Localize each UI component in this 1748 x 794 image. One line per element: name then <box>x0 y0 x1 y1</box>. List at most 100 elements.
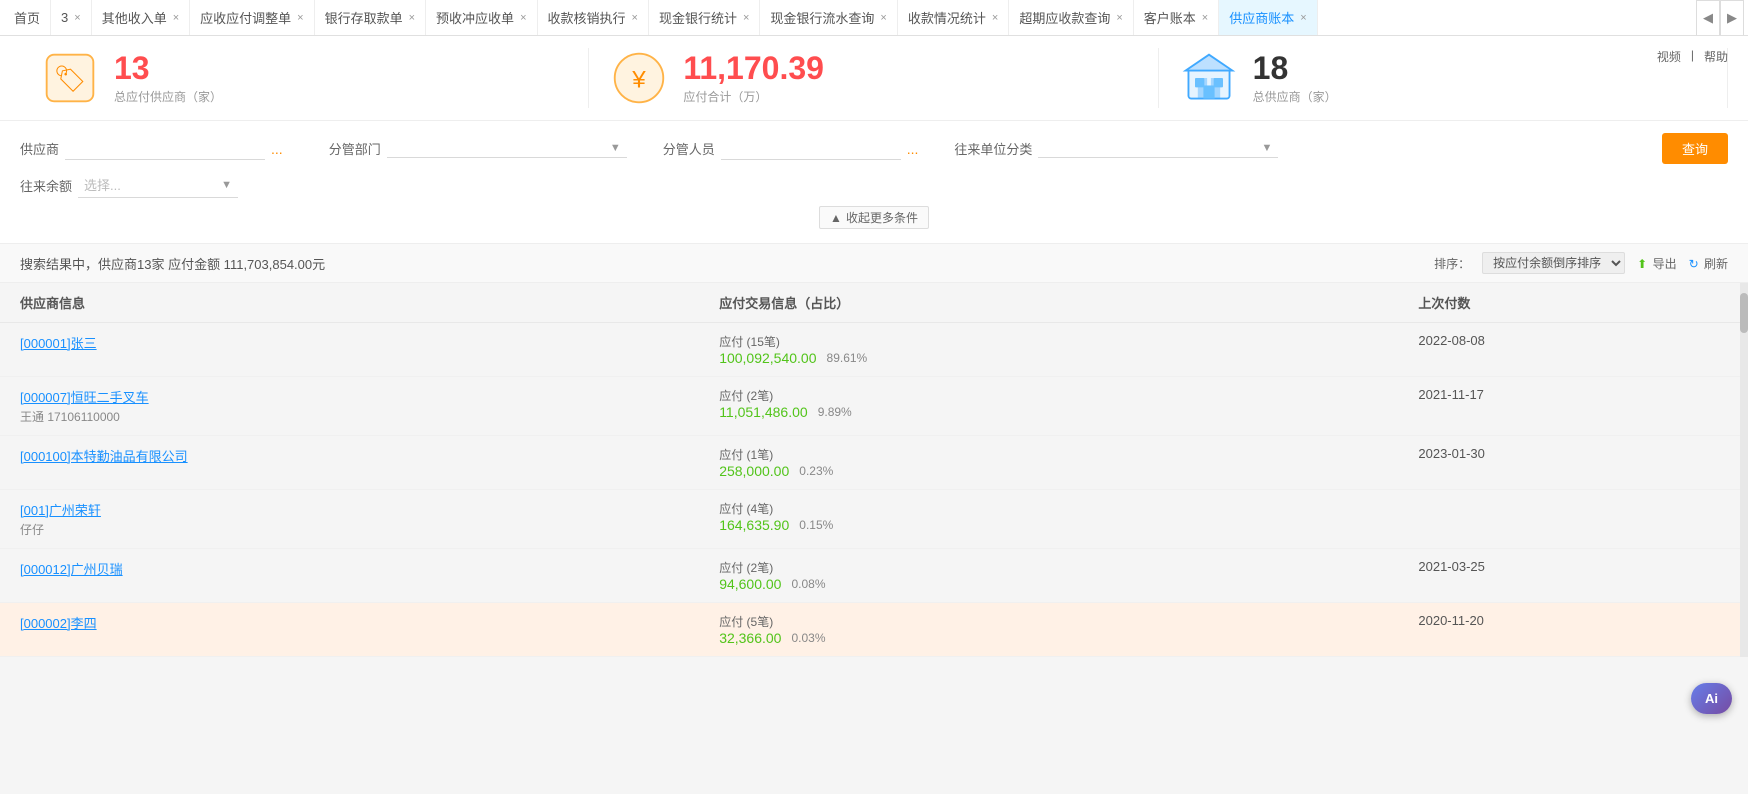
close-icon[interactable]: × <box>880 12 886 24</box>
person-filter-input[interactable] <box>721 138 901 160</box>
supplier-count: 13 <box>114 52 222 84</box>
data-table-container: 供应商信息 应付交易信息（占比） 上次付数 [000001]张三应付 (15笔)… <box>0 283 1748 657</box>
nav-label-customer-book: 客户账本 <box>1144 8 1196 27</box>
sort-select[interactable]: 按应付余额倒序排序 <box>1482 252 1625 274</box>
payable-cell: 应付 (2笔)11,051,486.009.89% <box>699 377 1398 436</box>
close-icon[interactable]: × <box>297 12 303 24</box>
last-pay-date-cell: 2020-11-20 <box>1398 603 1748 657</box>
nav-item-other-income[interactable]: 其他收入单 × <box>92 0 190 36</box>
payable-percent: 0.08% <box>791 577 825 591</box>
payable-amount[interactable]: 94,600.00 <box>719 576 781 592</box>
close-icon[interactable]: × <box>74 12 80 24</box>
close-icon[interactable]: × <box>1300 12 1306 24</box>
payable-amount[interactable]: 100,092,540.00 <box>719 350 816 366</box>
payable-cell: 应付 (5笔)32,366.000.03% <box>699 603 1398 657</box>
table-row: [000002]李四 应付 (5笔)32,366.000.03%2020-11-2… <box>0 603 1748 657</box>
payable-amount[interactable]: 258,000.00 <box>719 463 789 479</box>
nav-item-cash-flow-query[interactable]: 现金银行流水查询 × <box>760 0 897 36</box>
last-pay-date-cell: 2021-11-17 <box>1398 377 1748 436</box>
nav-item-customer-book[interactable]: 客户账本 × <box>1134 0 1219 36</box>
category-chevron-icon: ▼ <box>1262 142 1273 154</box>
supplier-link[interactable]: [000002]李四 <box>20 616 97 631</box>
dept-filter-select[interactable]: ▼ <box>387 139 627 158</box>
collapse-label: 收起更多条件 <box>846 209 918 226</box>
export-button[interactable]: ⬆ 导出 <box>1637 255 1676 272</box>
close-icon[interactable]: × <box>409 12 415 24</box>
nav-item-collection-stat[interactable]: 收款情况统计 × <box>898 0 1009 36</box>
supplier-link[interactable]: [000001]张三 <box>20 336 97 351</box>
summary-text-total: 18 总供应商（家） <box>1253 52 1337 105</box>
query-button[interactable]: 查询 <box>1662 133 1728 164</box>
supplier-sub-info: 仔仔 <box>20 521 679 538</box>
nav-item-home[interactable]: 首页 <box>4 0 51 36</box>
nav-label-adjustment: 应收应付调整单 <box>200 8 291 27</box>
pay-label: 应付 (4笔) <box>719 500 1378 517</box>
summary-bar: 🏷 13 总应付供应商（家） ¥ 11,170.39 应付合计（万） <box>0 36 1748 121</box>
filter-dept: 分管部门 ▼ <box>329 139 627 158</box>
nav-label-supplier-book: 供应商账本 <box>1229 8 1294 27</box>
ai-float-button[interactable]: Ai <box>1691 683 1732 714</box>
svg-text:¥: ¥ <box>632 66 647 93</box>
close-icon[interactable]: × <box>173 12 179 24</box>
help-link[interactable]: 帮助 <box>1704 48 1728 65</box>
close-icon[interactable]: × <box>743 12 749 24</box>
payable-amount[interactable]: 11,051,486.00 <box>719 404 808 420</box>
nav-label-home: 首页 <box>14 8 40 27</box>
vertical-scrollbar[interactable] <box>1740 283 1748 657</box>
nav-next-arrow[interactable]: ▶ <box>1720 0 1744 36</box>
supplier-link[interactable]: [000012]广州贝瑞 <box>20 562 123 577</box>
payable-amount[interactable]: 32,366.00 <box>719 630 781 646</box>
supplier-count-label: 总应付供应商（家） <box>114 88 222 105</box>
dept-chevron-icon: ▼ <box>610 142 621 154</box>
close-icon[interactable]: × <box>520 12 526 24</box>
collapse-button[interactable]: ▲ 收起更多条件 <box>819 206 929 229</box>
supplier-dots-icon[interactable]: ... <box>271 141 283 157</box>
table-row: [000100]本特勤油品有限公司 应付 (1笔)258,000.000.23%2… <box>0 436 1748 490</box>
nav-item-supplier-book[interactable]: 供应商账本 × <box>1219 0 1317 36</box>
supplier-filter-input[interactable] <box>65 138 265 160</box>
filter-category: 往来单位分类 ▼ <box>954 139 1278 158</box>
filter-supplier: 供应商 ... <box>20 138 283 160</box>
supplier-table: 供应商信息 应付交易信息（占比） 上次付数 [000001]张三应付 (15笔)… <box>0 283 1748 657</box>
result-actions: 排序： 按应付余额倒序排序 ⬆ 导出 ↻ 刷新 <box>1434 252 1728 274</box>
close-icon[interactable]: × <box>632 12 638 24</box>
nav-item-bank-deposit[interactable]: 银行存取款单 × <box>315 0 426 36</box>
result-bar: 搜索结果中，供应商13家 应付金额 111,703,854.00元 排序： 按应… <box>0 244 1748 283</box>
nav-prev-arrow[interactable]: ◀ <box>1696 0 1720 36</box>
nav-item-adjustment[interactable]: 应收应付调整单 × <box>190 0 314 36</box>
nav-item-overdue-query[interactable]: 超期应收款查询 × <box>1009 0 1133 36</box>
person-dots-icon[interactable]: ... <box>907 141 919 157</box>
nav-item-cash-bank-stat[interactable]: 现金银行统计 × <box>649 0 760 36</box>
filter-person: 分管人员 ... <box>663 138 919 160</box>
payable-amount[interactable]: 164,635.90 <box>719 517 789 533</box>
summary-card-payable: ¥ 11,170.39 应付合计（万） <box>589 48 1158 108</box>
scrollbar-thumb[interactable] <box>1740 293 1748 333</box>
supplier-link[interactable]: [001]广州荣轩 <box>20 503 101 518</box>
nav-arrows: ◀ ▶ <box>1696 0 1744 36</box>
payable-cell: 应付 (4笔)164,635.900.15% <box>699 490 1398 549</box>
supplier-filter-label: 供应商 <box>20 139 59 158</box>
link-divider: | <box>1691 48 1694 65</box>
payable-percent: 9.89% <box>818 405 852 419</box>
supplier-link[interactable]: [000100]本特勤油品有限公司 <box>20 449 188 464</box>
nav-item-collection[interactable]: 收款核销执行 × <box>538 0 649 36</box>
video-link[interactable]: 视频 <box>1657 48 1681 65</box>
close-icon[interactable]: × <box>992 12 998 24</box>
nav-item-prepay-charge[interactable]: 预收冲应收单 × <box>426 0 537 36</box>
nav-item-3[interactable]: 3 × <box>51 0 92 36</box>
close-icon[interactable]: × <box>1116 12 1122 24</box>
svg-text:🏷: 🏷 <box>53 63 86 93</box>
category-filter-select[interactable]: ▼ <box>1038 139 1278 158</box>
payable-cell: 应付 (1笔)258,000.000.23% <box>699 436 1398 490</box>
balance-filter-select[interactable]: 选择... ▼ <box>78 172 238 198</box>
dept-filter-label: 分管部门 <box>329 139 381 158</box>
balance-filter-label: 往来余额 <box>20 176 72 195</box>
supplier-link[interactable]: [000007]恒旺二手叉车 <box>20 390 149 405</box>
refresh-button[interactable]: ↻ 刷新 <box>1689 255 1728 272</box>
close-icon[interactable]: × <box>1202 12 1208 24</box>
payable-percent: 89.61% <box>827 351 868 365</box>
refresh-icon: ↻ <box>1689 257 1699 271</box>
table-header-row: 供应商信息 应付交易信息（占比） 上次付数 <box>0 283 1748 323</box>
col-header-payable: 应付交易信息（占比） <box>699 283 1398 323</box>
balance-chevron-icon: ▼ <box>221 179 232 191</box>
